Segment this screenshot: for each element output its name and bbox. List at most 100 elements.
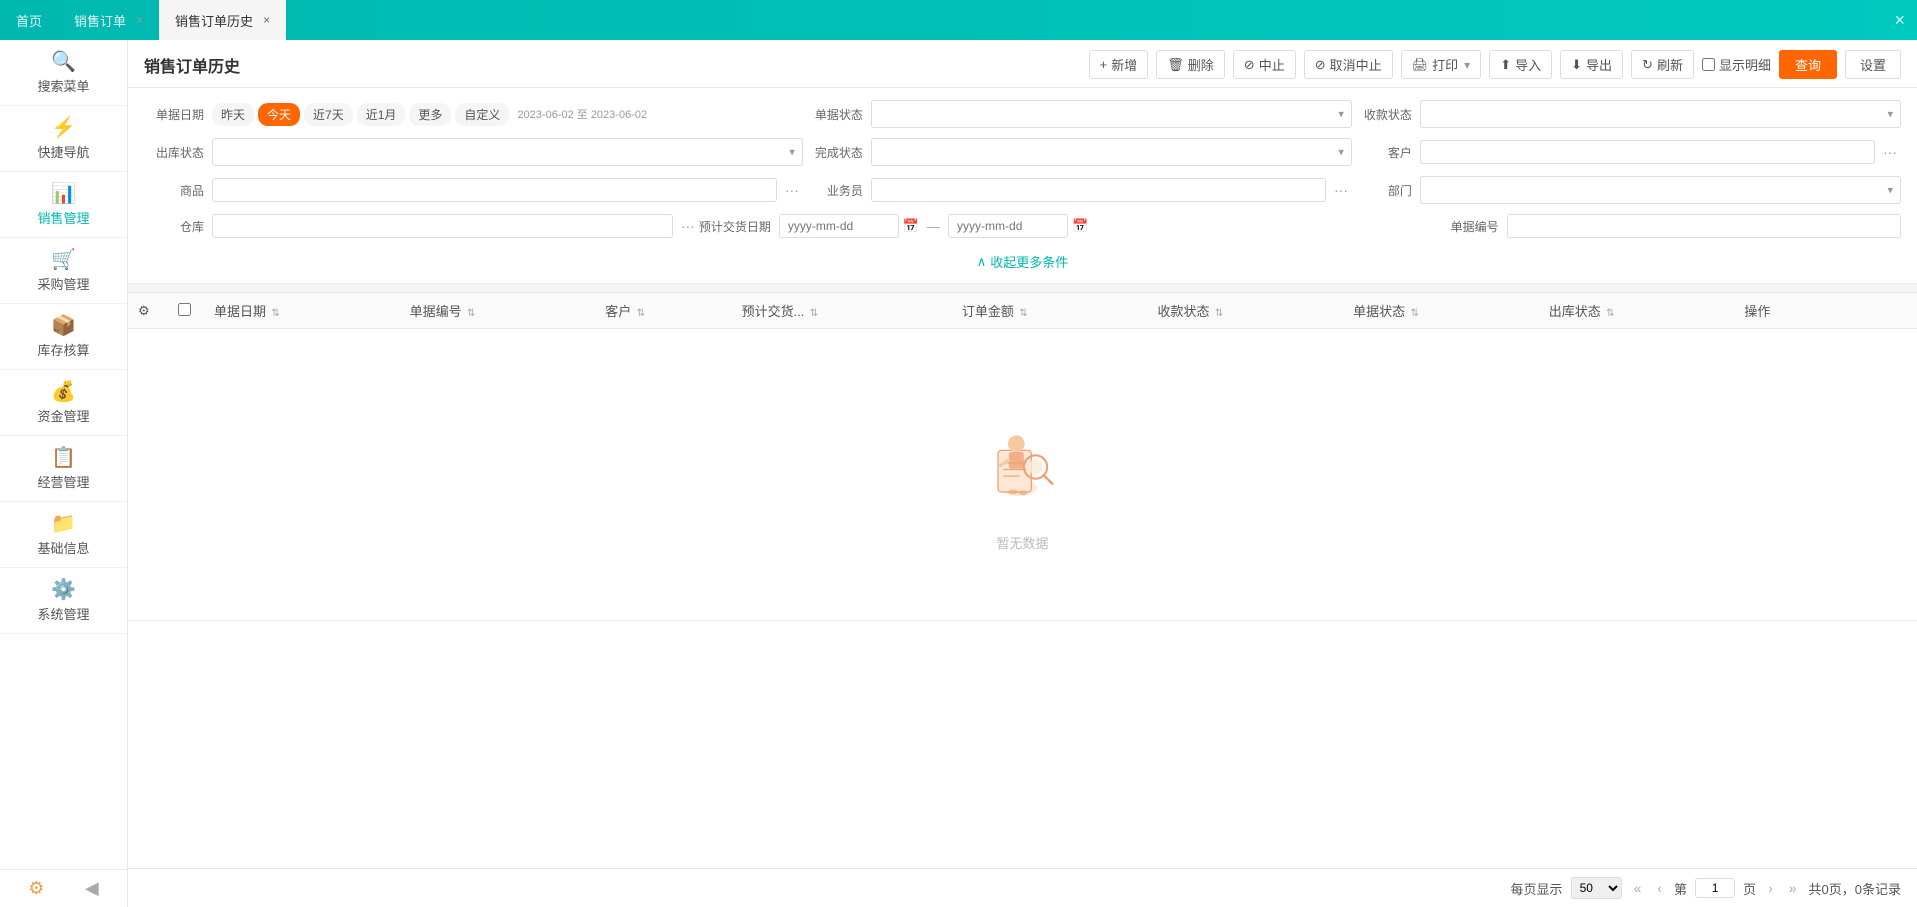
sort-amount-icon: ⇅ [1019,308,1027,319]
toolbar: + 新增 🗑 删除 ⊘ 中止 ⊘ 取消中止 🖨 打印 [1089,50,1901,79]
first-page-button[interactable]: « [1630,878,1646,898]
sidebar-item-search[interactable]: 🔍 搜索菜单 [0,40,127,106]
filter-order-status: 单据状态 [803,100,1352,128]
th-outbound-status[interactable]: 出库状态 ⇅ [1539,293,1735,329]
chip-1month[interactable]: 近1月 [357,103,406,126]
chip-yesterday[interactable]: 昨天 [212,103,254,126]
tab-sales-history-close[interactable]: × [263,13,270,27]
salesperson-label: 业务员 [803,182,863,199]
main-layout: 🔍 搜索菜单 ⚡ 快捷导航 📊 销售管理 🛒 采购管理 📦 库存核算 💰 资金管… [0,40,1917,907]
outbound-status-select[interactable] [212,138,803,166]
filter-delivery-date: 预计交货日期 📅 — 📅 [699,214,1439,238]
sidebar-item-quicknav[interactable]: ⚡ 快捷导航 [0,106,127,172]
add-button[interactable]: + 新增 [1089,50,1149,79]
stop-button[interactable]: ⊘ 中止 [1233,50,1296,79]
gear-icon[interactable]: ⚙ [138,303,150,318]
product-input[interactable] [212,178,777,202]
inventory-icon: 📦 [51,316,76,336]
cancel-stop-button[interactable]: ⊘ 取消中止 [1304,50,1393,79]
next-page-button[interactable]: › [1764,878,1777,898]
prev-page-button[interactable]: ‹ [1653,878,1666,898]
calendar-icon-to[interactable]: 📅 [1072,218,1088,234]
query-button[interactable]: 查询 [1779,50,1837,79]
sidebar-item-system[interactable]: ⚙️ 系统管理 [0,568,127,634]
collapse-sidebar-icon[interactable]: ◀ [85,878,99,899]
empty-illustration [973,417,1073,517]
export-button[interactable]: ⬇ 导出 [1560,50,1623,79]
th-operation-label: 操作 [1744,304,1770,319]
th-order-status[interactable]: 单据状态 ⇅ [1343,293,1539,329]
operations-icon: 📋 [51,448,76,468]
order-no-input[interactable] [1507,214,1901,238]
tab-sales-order[interactable]: 销售订单 × [58,0,159,40]
th-checkbox[interactable] [168,293,204,329]
chip-7days[interactable]: 近7天 [304,103,353,126]
th-date[interactable]: 单据日期 ⇅ [204,293,400,329]
filter-area: 单据日期 昨天 今天 近7天 近1月 更多 自定义 2023-06-02 至 2… [128,88,1917,284]
sidebar-item-inventory[interactable]: 📦 库存核算 [0,304,127,370]
collapse-row[interactable]: ∧ 收起更多条件 [144,248,1901,279]
th-outbound-status-label: 出库状态 [1549,304,1601,319]
filter-row-1: 单据日期 昨天 今天 近7天 近1月 更多 自定义 2023-06-02 至 2… [144,100,1901,128]
filter-warehouse: 仓库 ··· [144,214,699,238]
salesperson-dots[interactable]: ··· [1330,180,1352,200]
delete-button[interactable]: 🗑 删除 [1156,50,1225,79]
customer-dots[interactable]: ··· [1879,142,1901,162]
sidebar-item-sales[interactable]: 📊 销售管理 [0,172,127,238]
delivery-date-label: 预计交货日期 [699,218,771,235]
department-select[interactable] [1420,176,1901,204]
page-number-input[interactable] [1695,878,1735,898]
last-page-button[interactable]: » [1785,878,1801,898]
search-menu-icon: 🔍 [51,52,76,72]
import-button[interactable]: ⬆ 导入 [1489,50,1552,79]
window-close-icon[interactable]: × [1894,10,1905,31]
sidebar-item-operations[interactable]: 📋 经营管理 [0,436,127,502]
th-order-no[interactable]: 单据编号 ⇅ [400,293,596,329]
product-dots[interactable]: ··· [781,180,803,200]
page-size-label: 每页显示 [1511,879,1563,898]
warehouse-input[interactable] [212,214,673,238]
tab-sales-history[interactable]: 销售订单历史 × [159,0,286,40]
show-detail-checkbox-label[interactable]: 显示明细 [1702,55,1771,74]
th-amount-label: 订单金额 [962,304,1014,319]
th-customer[interactable]: 客户 ⇅ [595,293,731,329]
content-area: 销售订单历史 + 新增 🗑 删除 ⊘ 中止 ⊘ 取消中止 [128,40,1917,907]
delivery-date-to[interactable] [948,214,1068,238]
chip-today[interactable]: 今天 [258,103,300,126]
settings-bottom-icon[interactable]: ⚙ [28,878,44,899]
customer-input[interactable] [1420,140,1875,164]
th-delivery-date[interactable]: 预计交货... ⇅ [732,293,952,329]
complete-status-select[interactable] [871,138,1352,166]
warehouse-dots[interactable]: ··· [677,216,699,236]
complete-status-select-wrap [871,138,1352,166]
show-detail-checkbox[interactable] [1702,58,1715,71]
calendar-icon-from[interactable]: 📅 [903,218,919,234]
filter-row-2: 出库状态 完成状态 客户 [144,138,1901,166]
th-receipt-status[interactable]: 收款状态 ⇅ [1148,293,1344,329]
th-gear[interactable]: ⚙ [128,293,168,329]
page-size-select[interactable]: 50 10 20 100 [1571,877,1622,899]
select-all-checkbox[interactable] [178,303,191,316]
complete-status-label: 完成状态 [803,144,863,161]
sidebar-item-purchase[interactable]: 🛒 采购管理 [0,238,127,304]
chip-custom[interactable]: 自定义 [455,103,509,126]
sidebar-item-finance[interactable]: 💰 资金管理 [0,370,127,436]
receipt-status-select[interactable] [1420,100,1901,128]
th-amount[interactable]: 订单金额 ⇅ [952,293,1148,329]
table-area: ⚙ 单据日期 ⇅ 单据编号 ⇅ [128,292,1917,868]
set-button[interactable]: 设置 [1845,50,1901,79]
print-button[interactable]: 🖨 打印 [1401,50,1482,79]
chip-more[interactable]: 更多 [409,103,451,126]
basic-icon: 📁 [51,514,76,534]
tab-sales-order-close[interactable]: × [136,13,143,27]
delivery-date-from[interactable] [779,214,899,238]
refresh-button[interactable]: ↻ 刷新 [1631,50,1694,79]
sidebar-item-basic[interactable]: 📁 基础信息 [0,502,127,568]
sidebar-bottom: ⚙ ◀ [0,869,127,907]
quicknav-icon: ⚡ [51,118,76,138]
order-status-select[interactable] [871,100,1352,128]
customer-control: ··· [1420,140,1901,164]
salesperson-input[interactable] [871,178,1326,202]
tab-home[interactable]: 首页 [0,0,58,40]
filter-department: 部门 [1352,176,1901,204]
